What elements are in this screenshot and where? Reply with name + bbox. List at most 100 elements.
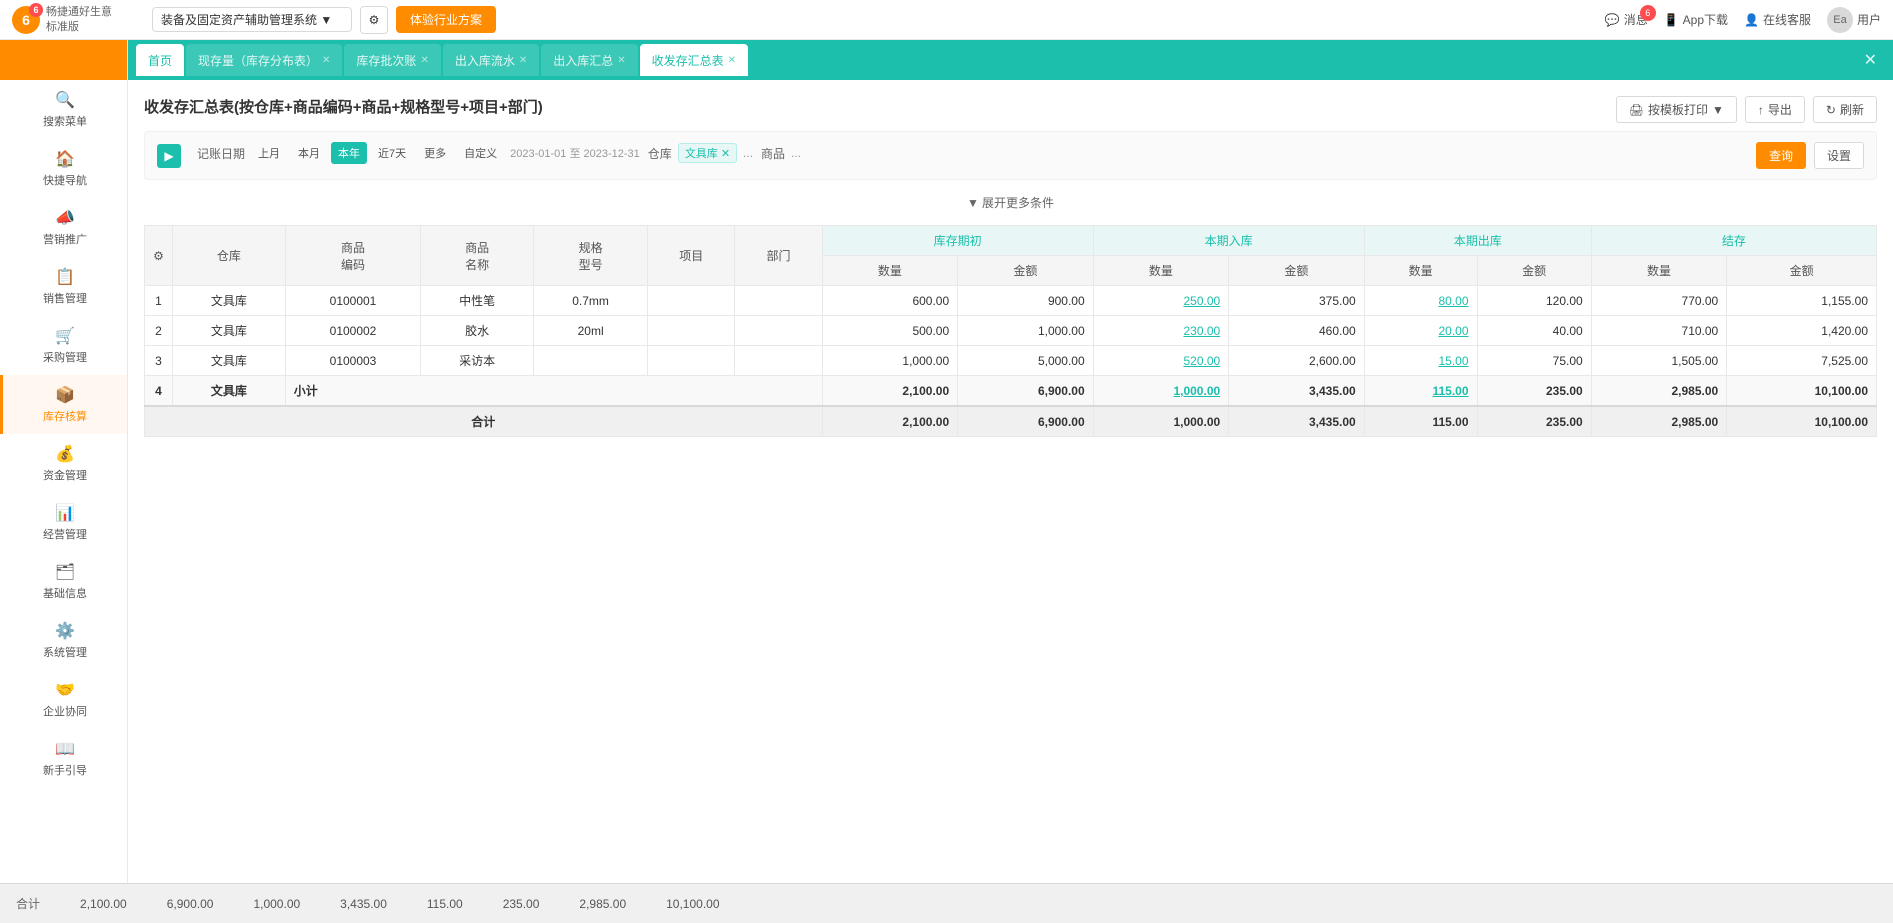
row-in-qty[interactable]: 250.00 xyxy=(1093,286,1229,316)
corp-icon: 🤝 xyxy=(55,680,75,700)
sidebar-item-purchase[interactable]: 🛒 采购管理 xyxy=(0,316,127,375)
tab-inventory-dist[interactable]: 现存量（库存分布表） ✕ xyxy=(186,44,342,76)
row-out-qty[interactable]: 20.00 xyxy=(1364,316,1477,346)
sidebar-item-marketing[interactable]: 📣 营销推广 xyxy=(0,198,127,257)
row-in-amt: 375.00 xyxy=(1229,286,1365,316)
date-btn-more[interactable]: 更多 xyxy=(417,142,453,164)
date-filter-label: 记账日期 xyxy=(197,145,245,162)
goods-filter-more[interactable]: ... xyxy=(791,146,801,160)
service-icon: 👤 xyxy=(1744,13,1759,27)
row-out-qty[interactable]: 80.00 xyxy=(1364,286,1477,316)
tab-recv-send[interactable]: 收发存汇总表 ✕ xyxy=(640,44,748,76)
row-out-qty[interactable]: 15.00 xyxy=(1364,346,1477,376)
notification-item[interactable]: 💬 消息 6 xyxy=(1605,11,1648,28)
warehouse-tag-remove[interactable]: ✕ xyxy=(721,147,730,160)
tab-inout-summary[interactable]: 出入库汇总 ✕ xyxy=(541,44,637,76)
sidebar-item-guide[interactable]: 📖 新手引导 xyxy=(0,729,127,788)
col-dept-header: 部门 xyxy=(735,226,822,286)
sidebar-item-system[interactable]: ⚙️ 系统管理 xyxy=(0,611,127,670)
row-open-qty: 1,000.00 xyxy=(822,346,958,376)
print-button[interactable]: 🖨 按模板打印 ▼ xyxy=(1616,96,1737,123)
sidebar-item-operations[interactable]: 📊 经营管理 xyxy=(0,493,127,552)
total-out-amt: 235.00 xyxy=(1477,406,1591,437)
tab-close-inout-summary[interactable]: ✕ xyxy=(617,55,625,66)
row-dept xyxy=(735,286,822,316)
row-goods-code: 0100001 xyxy=(285,286,421,316)
sidebar-item-finance[interactable]: 💰 资金管理 xyxy=(0,434,127,493)
col-goods-name-header: 商品名称 xyxy=(421,226,534,286)
col-out-qty: 数量 xyxy=(1364,256,1477,286)
sidebar-item-sales[interactable]: 📋 销售管理 xyxy=(0,257,127,316)
warehouse-filter-more[interactable]: ... xyxy=(743,146,753,160)
date-range-text: 2023-01-01 至 2023-12-31 xyxy=(510,145,640,161)
notification-icon: 💬 xyxy=(1605,13,1620,27)
sidebar-item-quick[interactable]: 🏠 快捷导航 xyxy=(0,139,127,198)
row-warehouse: 文具库 xyxy=(173,286,286,316)
total-row: 合计 2,100.00 6,900.00 1,000.00 3,435.00 1… xyxy=(145,406,1877,437)
table-row: 2 文具库 0100002 胶水 20ml 500.00 1,000.00 23… xyxy=(145,316,1877,346)
tab-home[interactable]: 首页 xyxy=(136,44,184,76)
tab-close-batch[interactable]: ✕ xyxy=(420,55,428,66)
tab-close-inout-flow[interactable]: ✕ xyxy=(519,55,527,66)
system-icon: ⚙️ xyxy=(55,621,75,641)
trial-button[interactable]: 体验行业方案 xyxy=(396,6,496,33)
app-download-item[interactable]: 📱 App下载 xyxy=(1664,11,1728,28)
tab-close-inventory-dist[interactable]: ✕ xyxy=(322,55,330,66)
toolbar: 🖨 按模板打印 ▼ ↑ 导出 ↻ 刷新 xyxy=(1616,96,1877,123)
expand-conditions-button[interactable]: ▼ 展开更多条件 xyxy=(959,190,1062,215)
export-button[interactable]: ↑ 导出 xyxy=(1745,96,1805,123)
row-goods-code: 0100002 xyxy=(285,316,421,346)
tab-close-recv-send[interactable]: ✕ xyxy=(728,55,736,66)
logo-text: 畅捷通好生意 标准版 xyxy=(46,5,112,34)
sidebar-item-inventory[interactable]: 📦 库存核算 xyxy=(0,375,127,434)
row-in-qty[interactable]: 520.00 xyxy=(1093,346,1229,376)
filter-toggle-button[interactable]: ▶ xyxy=(157,144,181,168)
row-in-qty[interactable]: 230.00 xyxy=(1093,316,1229,346)
close-all-tabs-button[interactable]: ✕ xyxy=(1856,50,1885,70)
row-bal-amt: 1,155.00 xyxy=(1727,286,1877,316)
row-out-amt: 120.00 xyxy=(1477,286,1591,316)
sidebar-item-corp[interactable]: 🤝 企业协同 xyxy=(0,670,127,729)
date-btn-last-month[interactable]: 上月 xyxy=(251,142,287,164)
subtotal-row: 4 文具库 小计 2,100.00 6,900.00 1,000.00 3,43… xyxy=(145,376,1877,407)
col-in-amt: 金额 xyxy=(1229,256,1365,286)
base-icon: 🗂 xyxy=(55,562,75,582)
col-group-in: 本期入库 xyxy=(1093,226,1364,256)
col-bal-qty: 数量 xyxy=(1591,256,1727,286)
date-btn-custom[interactable]: 自定义 xyxy=(457,142,504,164)
tab-inout-flow[interactable]: 出入库流水 ✕ xyxy=(443,44,539,76)
footer-total-in-qty: 1,000.00 xyxy=(253,897,300,911)
print-icon: 🖨 xyxy=(1629,103,1644,117)
tab-batch[interactable]: 库存批次账 ✕ xyxy=(344,44,440,76)
user-item[interactable]: Ea 用户 xyxy=(1827,7,1881,33)
sidebar: 🔍 搜索菜单 🏠 快捷导航 📣 营销推广 📋 销售管理 🛒 采购管理 📦 xyxy=(0,40,128,883)
settings-icon[interactable]: ⚙ xyxy=(360,6,388,34)
total-in-amt: 3,435.00 xyxy=(1229,406,1365,437)
footer-total-bal-amt: 10,100.00 xyxy=(666,897,719,911)
table-settings-button[interactable]: 设置 xyxy=(1814,142,1864,169)
footer-total-open-amt: 6,900.00 xyxy=(167,897,214,911)
date-btn-this-month[interactable]: 本月 xyxy=(291,142,327,164)
row-out-amt: 75.00 xyxy=(1477,346,1591,376)
marketing-icon: 📣 xyxy=(55,208,75,228)
row-bal-qty: 1,505.00 xyxy=(1591,346,1727,376)
date-btn-this-year[interactable]: 本年 xyxy=(331,142,367,164)
row-goods-name: 采访本 xyxy=(421,346,534,376)
total-label: 合计 xyxy=(145,406,823,437)
col-settings[interactable]: ⚙ xyxy=(145,226,173,286)
col-group-out: 本期出库 xyxy=(1364,226,1591,256)
sidebar-item-base[interactable]: 🗂 基础信息 xyxy=(0,552,127,611)
system-selector[interactable]: 装备及固定资产辅助管理系统 ▼ xyxy=(152,7,352,32)
online-service-item[interactable]: 👤 在线客服 xyxy=(1744,11,1811,28)
sidebar-item-search[interactable]: 🔍 搜索菜单 xyxy=(0,80,127,139)
query-button[interactable]: 查询 xyxy=(1756,142,1806,169)
col-group-balance: 结存 xyxy=(1591,226,1876,256)
refresh-button[interactable]: ↻ 刷新 xyxy=(1813,96,1877,123)
goods-filter-group: 商品 ... xyxy=(761,145,801,162)
row-out-amt: 40.00 xyxy=(1477,316,1591,346)
logo-icon: 6 6 xyxy=(12,6,40,34)
filter-bar: ▶ 记账日期 上月 本月 本年 近7天 更多 自定义 xyxy=(144,131,1877,180)
date-btn-7days[interactable]: 近7天 xyxy=(371,142,413,164)
row-dept xyxy=(735,346,822,376)
finance-icon: 💰 xyxy=(55,444,75,464)
